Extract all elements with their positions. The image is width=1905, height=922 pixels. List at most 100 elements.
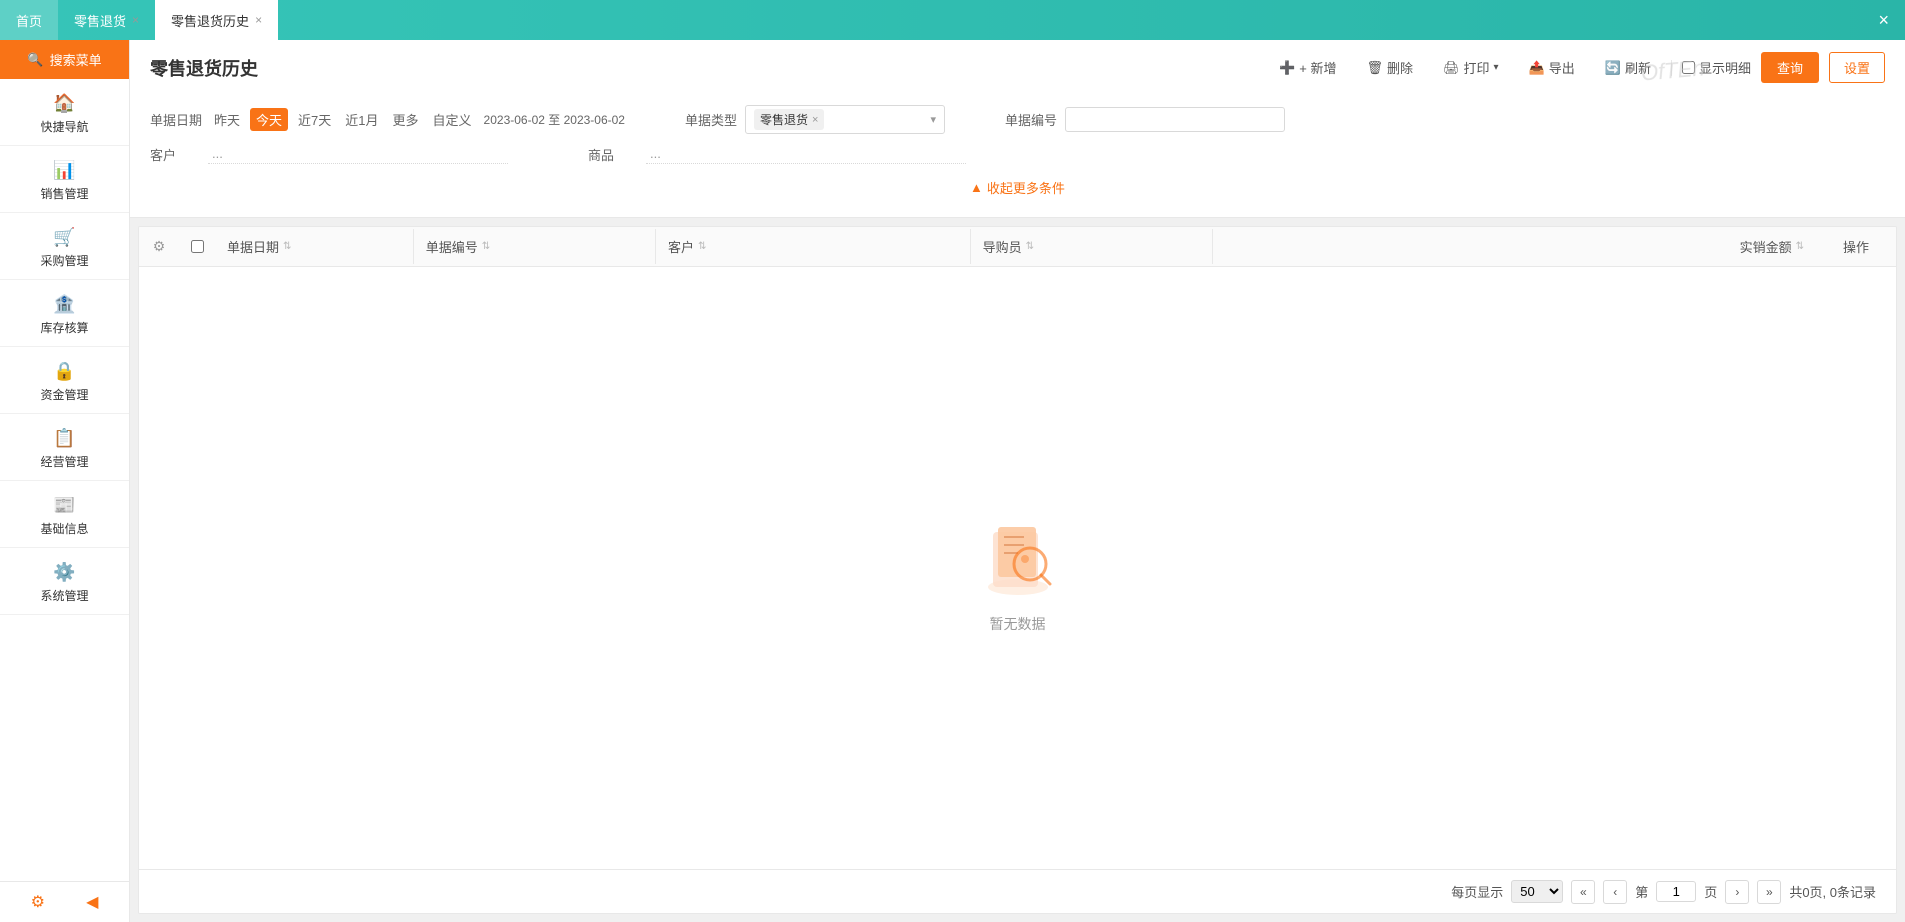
- th-date-label: 单据日期: [227, 237, 279, 256]
- window-close-btn[interactable]: ×: [1862, 10, 1905, 31]
- toolbar-divider: [1671, 60, 1672, 76]
- sidebar-item-purchase[interactable]: 🛒采购管理: [0, 213, 129, 280]
- pagination-bar: 每页显示 50 20 100 « ‹ 第 页 › » 共0页, 0条记录: [139, 869, 1896, 913]
- th-date-sort-icon[interactable]: ⇅: [283, 241, 291, 252]
- date-opt-今天[interactable]: 今天: [250, 108, 288, 131]
- first-page-btn[interactable]: «: [1571, 880, 1595, 904]
- type-tag-close[interactable]: ×: [812, 114, 818, 126]
- date-opt-近1月[interactable]: 近1月: [341, 108, 382, 131]
- sidebar-settings-icon[interactable]: ⚙: [31, 892, 45, 912]
- filter-row-1: 单据日期 昨天今天近7天近1月更多自定义 2023-06-02 至 2023-0…: [150, 105, 1885, 134]
- sidebar-label-system: 系统管理: [40, 587, 88, 604]
- settings-button[interactable]: 设置: [1829, 52, 1885, 83]
- sidebar-icon-sales: 📊: [53, 160, 75, 181]
- sidebar-item-finance[interactable]: 🔒资金管理: [0, 347, 129, 414]
- sidebar-collapse-icon[interactable]: ◀: [86, 892, 98, 912]
- page-number-input[interactable]: [1656, 881, 1696, 902]
- sidebar-icon-system: ⚙️: [53, 562, 75, 583]
- goods-placeholder: ...: [650, 146, 661, 161]
- customer-filter: 客户 ...: [150, 144, 508, 164]
- refresh-button[interactable]: 🔄 刷新: [1595, 53, 1661, 82]
- no-input[interactable]: [1065, 107, 1285, 132]
- th-settings-icon[interactable]: ⚙: [139, 238, 179, 255]
- th-guide-sort-icon[interactable]: ⇅: [1026, 241, 1034, 252]
- next-page-btn[interactable]: ›: [1725, 880, 1749, 904]
- sidebar-search-btn[interactable]: 🔍 搜索菜单: [0, 40, 129, 79]
- sidebar-label-basic-info: 基础信息: [40, 520, 88, 537]
- page-text: 第: [1635, 882, 1648, 901]
- last-page-btn[interactable]: »: [1757, 880, 1781, 904]
- sidebar-label-sales: 销售管理: [40, 185, 88, 202]
- export-icon: 📤: [1529, 60, 1545, 76]
- sidebar-item-sales[interactable]: 📊 销售管理: [0, 146, 129, 213]
- th-amount: 实销金额 ⇅: [1213, 229, 1816, 264]
- goods-label: 商品: [588, 145, 638, 164]
- no-label: 单据编号: [1005, 110, 1057, 129]
- delete-button[interactable]: 🗑 删除: [1356, 53, 1423, 82]
- top-tab-label-return-history: 零售退货历史: [171, 11, 249, 30]
- add-button[interactable]: ➕ + 新增: [1269, 53, 1346, 82]
- sidebar-item-system[interactable]: ⚙️ 系统管理: [0, 548, 129, 615]
- top-tab-return-history[interactable]: 零售退货历史 ×: [155, 0, 278, 40]
- no-filter: 单据编号: [1005, 107, 1285, 132]
- refresh-icon: 🔄: [1605, 60, 1621, 76]
- content-area: 零售退货历史 ➕ + 新增 🗑 删除 🖨 打印 ▾: [130, 40, 1905, 922]
- type-select-arrow: ▾: [930, 113, 936, 126]
- date-filter: 单据日期 昨天今天近7天近1月更多自定义 2023-06-02 至 2023-0…: [150, 108, 625, 131]
- sidebar-icon-finance: 🔒: [53, 361, 75, 382]
- sidebar-item-inventory[interactable]: 🏦库存核算: [0, 280, 129, 347]
- filter-row-2: 客户 ... 商品 ...: [150, 144, 1885, 164]
- customer-input[interactable]: ...: [208, 144, 508, 164]
- sidebar-item-quick-nav[interactable]: 🏠快捷导航: [0, 79, 129, 146]
- collapse-btn[interactable]: ▲ 收起更多条件: [954, 174, 1081, 201]
- top-tab-close-return-history[interactable]: ×: [255, 13, 262, 27]
- date-opt-昨天[interactable]: 昨天: [210, 108, 244, 131]
- search-icon: 🔍: [27, 52, 43, 68]
- th-customer-sort-icon[interactable]: ⇅: [698, 241, 706, 252]
- th-action-label: 操作: [1843, 237, 1869, 256]
- top-tab-label-return: 零售退货: [74, 11, 126, 30]
- show-detail-checkbox-label[interactable]: 显示明细: [1682, 58, 1751, 77]
- total-label: 共0页, 0条记录: [1789, 882, 1876, 901]
- sidebar: 🔍 搜索菜单 🏠快捷导航 📊 销售管理 🛒采购管理🏦库存核算🔒资金管理📋经营管理📰基础…: [0, 40, 130, 922]
- sidebar-icon-operations: 📋: [53, 428, 75, 449]
- page-size-select[interactable]: 50 20 100: [1511, 880, 1563, 903]
- th-guide: 导购员 ⇅: [971, 229, 1213, 264]
- sidebar-footer: ⚙ ◀: [0, 881, 129, 922]
- filter-area: 单据日期 昨天今天近7天近1月更多自定义 2023-06-02 至 2023-0…: [150, 95, 1885, 209]
- th-checkbox[interactable]: [179, 240, 215, 253]
- date-opt-近7天[interactable]: 近7天: [294, 108, 335, 131]
- top-tab-return[interactable]: 零售退货 ×: [58, 0, 155, 40]
- delete-icon: 🗑: [1366, 60, 1383, 76]
- sidebar-item-operations[interactable]: 📋经营管理: [0, 414, 129, 481]
- type-select[interactable]: 零售退货 × ▾: [745, 105, 945, 134]
- customer-label: 客户: [150, 145, 200, 164]
- page-title: 零售退货历史: [150, 55, 258, 81]
- th-customer-label: 客户: [668, 237, 694, 256]
- show-detail-checkbox[interactable]: [1682, 61, 1695, 74]
- top-bar: 首页零售退货 × 零售退货历史 × ×: [0, 0, 1905, 40]
- export-button[interactable]: 📤 导出: [1519, 53, 1585, 82]
- top-tab-home[interactable]: 首页: [0, 0, 58, 40]
- print-button[interactable]: 🖨 打印 ▾: [1433, 53, 1509, 82]
- th-no-label: 单据编号: [426, 237, 478, 256]
- empty-state: 暂无数据: [139, 267, 1896, 869]
- goods-input[interactable]: ...: [646, 144, 966, 164]
- th-amount-sort-icon[interactable]: ⇅: [1796, 241, 1804, 252]
- query-button[interactable]: 查询: [1761, 52, 1819, 83]
- print-icon: 🖨: [1443, 60, 1460, 76]
- top-tab-close-return[interactable]: ×: [132, 13, 139, 27]
- sidebar-item-basic-info[interactable]: 📰基础信息: [0, 481, 129, 548]
- add-icon: ➕: [1279, 60, 1295, 76]
- sidebar-label-purchase: 采购管理: [40, 252, 88, 269]
- sidebar-label-quick-nav: 快捷导航: [40, 118, 88, 135]
- toolbar: ➕ + 新增 🗑 删除 🖨 打印 ▾ 📤 导出: [1269, 52, 1885, 83]
- date-opt-自定义[interactable]: 自定义: [429, 108, 476, 131]
- select-all-checkbox[interactable]: [191, 240, 204, 253]
- th-no-sort-icon[interactable]: ⇅: [482, 241, 490, 252]
- customer-placeholder: ...: [212, 146, 223, 161]
- type-filter: 单据类型 零售退货 × ▾: [685, 105, 945, 134]
- prev-page-btn[interactable]: ‹: [1603, 880, 1627, 904]
- th-no: 单据编号 ⇅: [414, 229, 656, 264]
- date-opt-更多[interactable]: 更多: [389, 108, 423, 131]
